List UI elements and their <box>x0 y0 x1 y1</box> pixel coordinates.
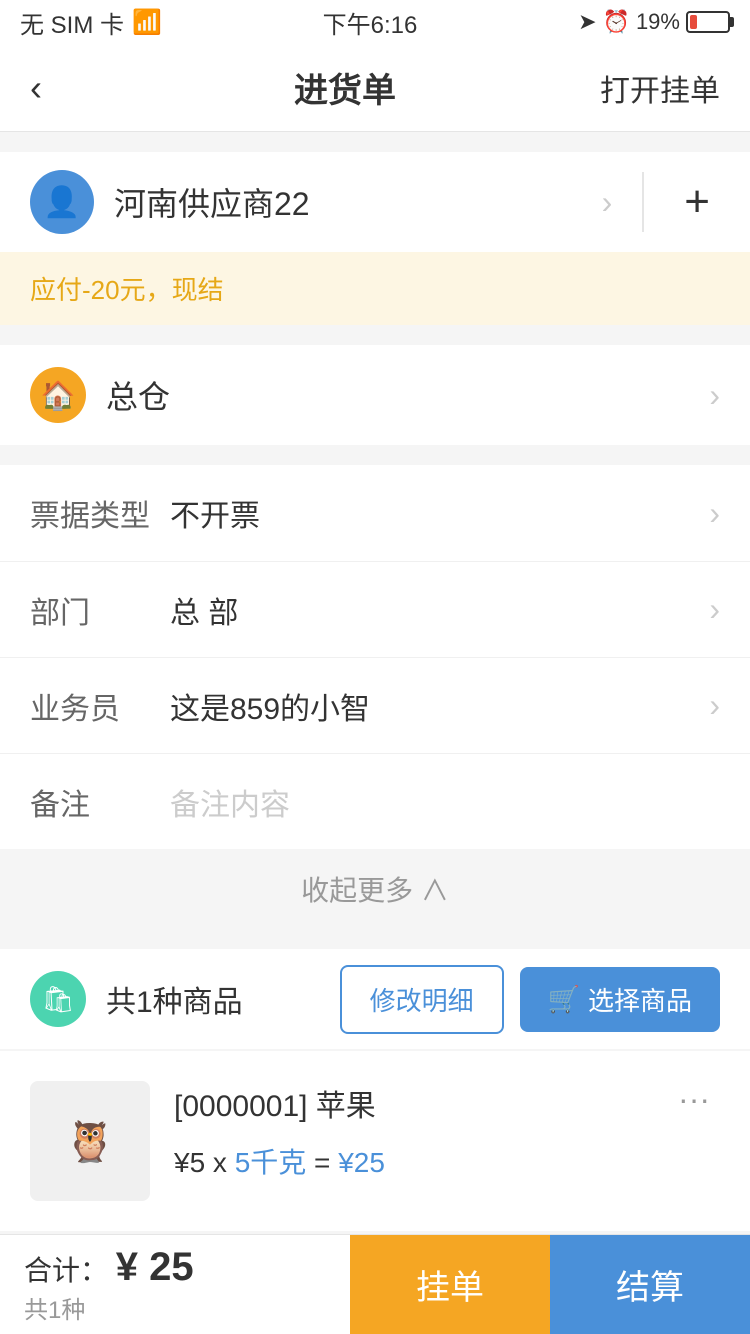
sales-chevron-icon: › <box>709 687 720 724</box>
section-gap-4 <box>0 929 750 949</box>
total-amount: ¥ 25 <box>116 1245 194 1289</box>
bottom-bar: 合计： ¥ 25 共1种 挂单 结算 <box>0 1234 750 1334</box>
product-unit-price: ¥5 x <box>174 1147 235 1178</box>
add-supplier-button[interactable]: + <box>674 177 720 227</box>
products-header: 🛍 共1种商品 修改明细 🛒 选择商品 <box>0 949 750 1049</box>
section-gap-3 <box>0 445 750 465</box>
status-bar-left: 无 SIM 卡 📶 <box>20 5 162 40</box>
nav-bar: ‹ 进货单 打开挂单 <box>0 44 750 132</box>
select-product-label: 选择商品 <box>588 981 692 1018</box>
section-gap-1 <box>0 132 750 152</box>
product-owl-icon: 🦉 <box>65 1118 115 1165</box>
pending-button[interactable]: 挂单 <box>350 1235 550 1334</box>
warehouse-chevron-icon: › <box>709 377 720 414</box>
dept-label: 部门 <box>30 588 150 632</box>
back-button[interactable]: ‹ <box>30 67 90 109</box>
total-section: 合计： ¥ 25 共1种 <box>0 1235 350 1334</box>
product-code: [0000001] <box>174 1090 316 1123</box>
product-equals: = <box>306 1147 338 1178</box>
remark-row[interactable]: 备注 备注内容 <box>0 753 750 849</box>
remark-label: 备注 <box>30 780 150 824</box>
divider <box>642 172 644 232</box>
dept-row[interactable]: 部门 总 部 › <box>0 561 750 657</box>
page-title: 进货单 <box>294 63 396 112</box>
house-icon: 🏠 <box>41 379 76 412</box>
invoice-chevron-icon: › <box>709 495 720 532</box>
open-pending-button[interactable]: 打开挂单 <box>600 66 720 110</box>
product-total: ¥25 <box>338 1147 385 1178</box>
status-bar: 无 SIM 卡 📶 下午6:16 ➤ ⏰ 19% <box>0 0 750 44</box>
carrier-label: 无 SIM 卡 <box>20 5 124 40</box>
product-more-button[interactable]: ··· <box>668 1081 720 1118</box>
battery-icon <box>686 11 730 33</box>
form-section: 票据类型 不开票 › 部门 总 部 › 业务员 这是859的小智 › 备注 备注… <box>0 465 750 849</box>
product-qty: 5千克 <box>235 1147 307 1178</box>
battery-label: 19% <box>636 9 680 35</box>
supplier-name: 河南供应商22 <box>114 179 602 225</box>
total-count: 共1种 <box>24 1290 326 1325</box>
select-product-icon: 🛒 <box>548 984 580 1015</box>
invoice-value: 不开票 <box>170 491 709 535</box>
sales-row[interactable]: 业务员 这是859的小智 › <box>0 657 750 753</box>
status-bar-right: ➤ ⏰ 19% <box>578 9 730 35</box>
info-banner: 应付-20元，现结 <box>0 252 750 325</box>
products-count: 共1种商品 <box>106 977 340 1021</box>
product-item: 🦉 [0000001] 苹果 ¥5 x 5千克 = ¥25 ··· <box>0 1051 750 1231</box>
invoice-label: 票据类型 <box>30 491 150 535</box>
supplier-section: 👤 河南供应商22 › + 应付-20元，现结 <box>0 152 750 325</box>
alarm-icon: ⏰ <box>603 9 630 35</box>
product-info: [0000001] 苹果 ¥5 x 5千克 = ¥25 <box>174 1081 668 1181</box>
collapse-button[interactable]: 收起更多 ∧ <box>0 849 750 929</box>
checkout-button[interactable]: 结算 <box>550 1235 750 1334</box>
edit-detail-button[interactable]: 修改明细 <box>340 965 504 1034</box>
section-gap-2 <box>0 325 750 345</box>
warehouse-section: 🏠 总仓 › <box>0 345 750 445</box>
supplier-chevron-icon: › <box>602 184 613 221</box>
time-label: 下午6:16 <box>323 5 418 40</box>
warehouse-icon: 🏠 <box>30 367 86 423</box>
invoice-row[interactable]: 票据类型 不开票 › <box>0 465 750 561</box>
product-title: 苹果 <box>316 1090 376 1123</box>
product-price: ¥5 x 5千克 = ¥25 <box>174 1141 668 1181</box>
sales-label: 业务员 <box>30 684 150 728</box>
supplier-row[interactable]: 👤 河南供应商22 › + <box>0 152 750 252</box>
product-name: [0000001] 苹果 <box>174 1081 668 1125</box>
sales-value: 这是859的小智 <box>170 684 709 728</box>
cart-icon: 🛍 <box>41 984 74 1015</box>
warehouse-name: 总仓 <box>106 372 709 418</box>
wifi-icon: 📶 <box>132 8 162 37</box>
product-thumbnail: 🦉 <box>30 1081 150 1201</box>
dept-value: 总 部 <box>170 588 709 632</box>
total-row: 合计： ¥ 25 <box>24 1245 326 1290</box>
battery-fill <box>690 15 697 29</box>
warehouse-row[interactable]: 🏠 总仓 › <box>0 345 750 445</box>
total-label: 合计： <box>24 1255 108 1286</box>
products-icon: 🛍 <box>30 971 86 1027</box>
remark-input[interactable]: 备注内容 <box>170 780 720 824</box>
dept-chevron-icon: › <box>709 591 720 628</box>
collapse-label: 收起更多 ∧ <box>301 869 449 909</box>
avatar-icon: 👤 <box>43 185 80 220</box>
select-product-button[interactable]: 🛒 选择商品 <box>520 967 720 1032</box>
supplier-avatar: 👤 <box>30 170 94 234</box>
location-icon: ➤ <box>578 9 596 35</box>
